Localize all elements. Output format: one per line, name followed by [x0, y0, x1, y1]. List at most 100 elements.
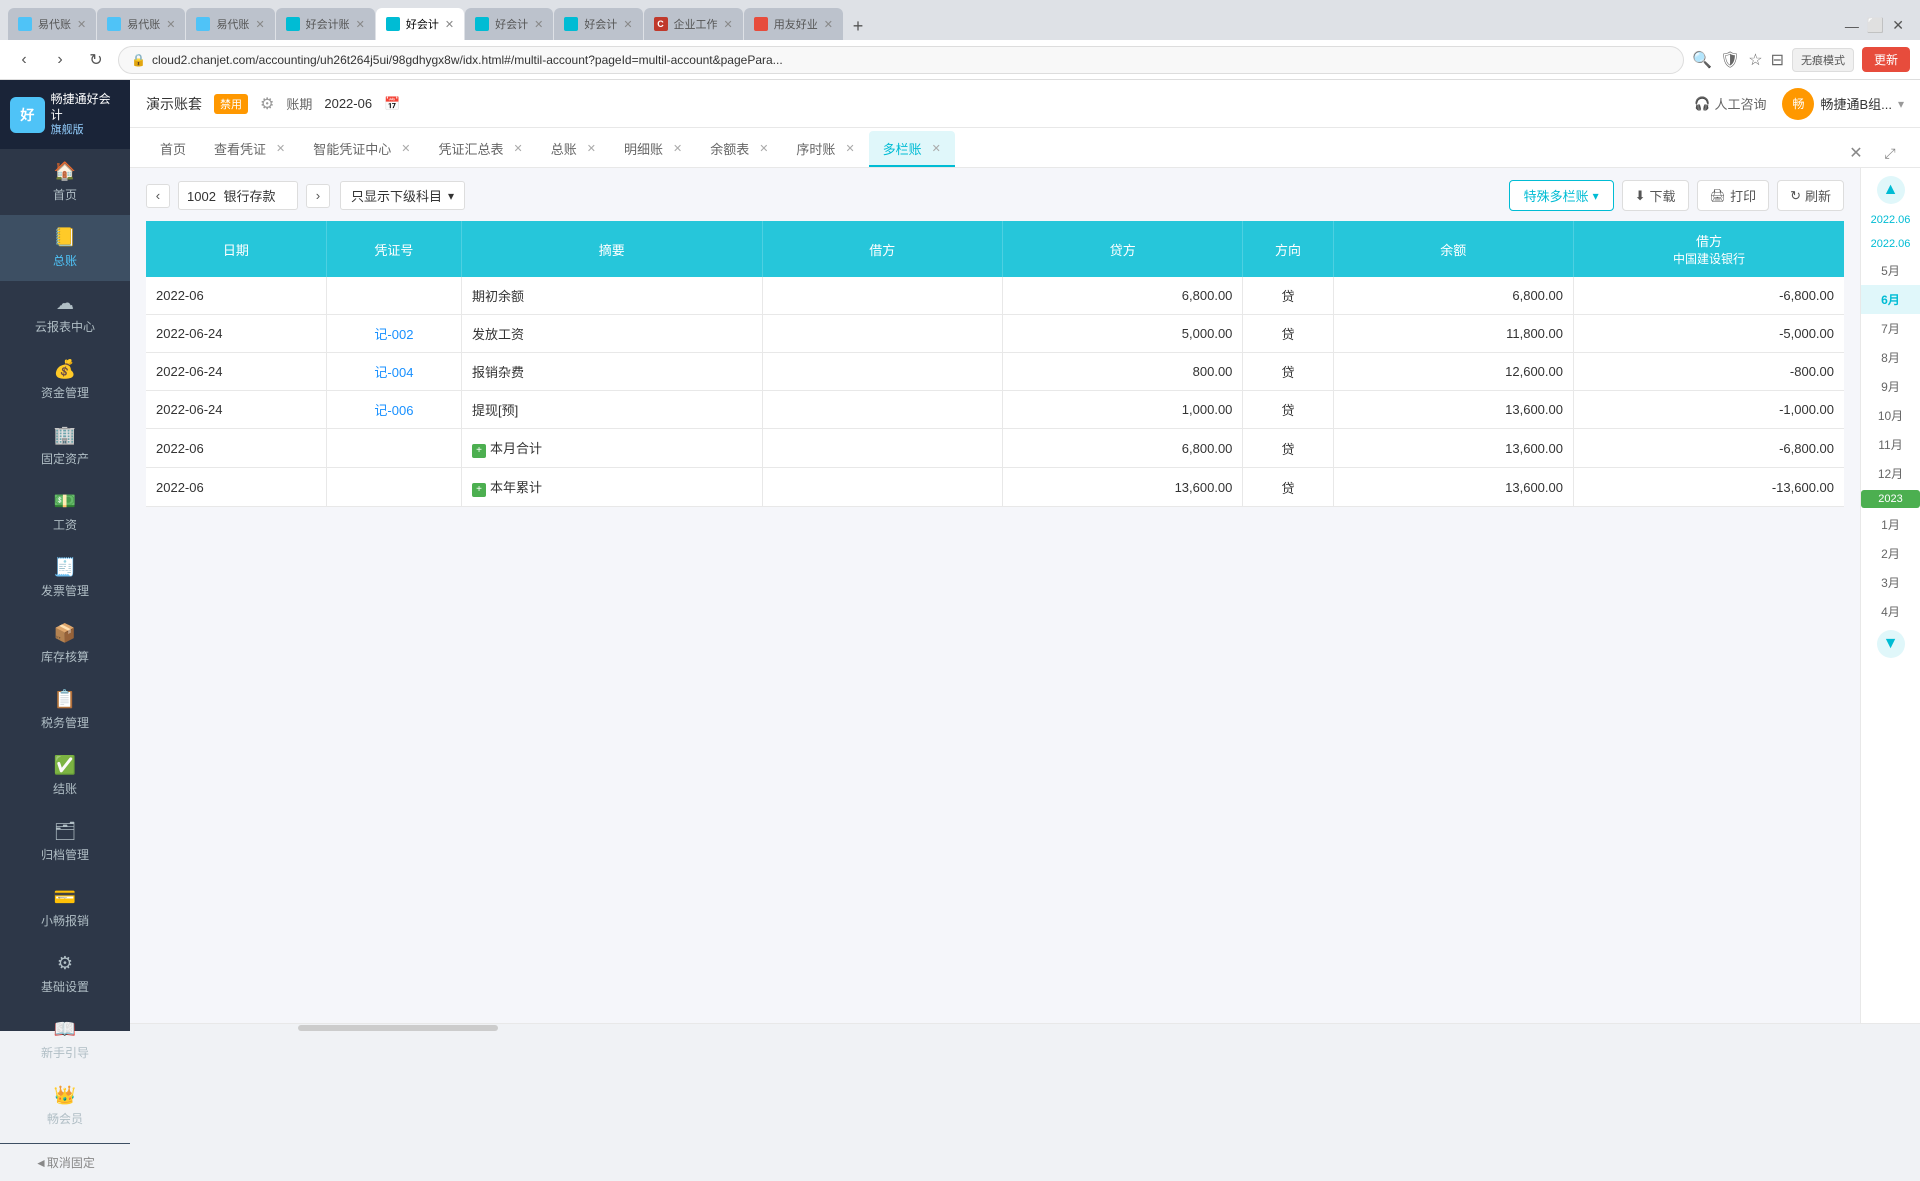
timeline-month-12[interactable]: 12月 — [1861, 459, 1920, 488]
calendar-icon[interactable]: 📅 — [384, 96, 400, 112]
tab-close-icon[interactable]: ✕ — [587, 142, 596, 155]
tab-close-icon[interactable]: ✕ — [845, 142, 854, 155]
address-bar[interactable]: 🔒 cloud2.chanjet.com/accounting/uh26t264… — [118, 46, 1684, 74]
tab-smart-voucher[interactable]: 智能凭证中心 ✕ — [299, 131, 424, 167]
filter-select[interactable]: 只显示下级科目 ▾ — [340, 181, 465, 210]
forward-button[interactable]: › — [46, 46, 74, 74]
sidebar-item-tax[interactable]: 📋 税务管理 — [0, 677, 130, 743]
tab-home[interactable]: 首页 — [146, 131, 200, 167]
timeline-date-2[interactable]: 2022.06 — [1861, 232, 1920, 256]
close-icon[interactable]: ✕ — [255, 18, 264, 31]
timeline-month-11[interactable]: 11月 — [1861, 430, 1920, 459]
tab-detail-ledger[interactable]: 明细账 ✕ — [610, 131, 696, 167]
sidebar-item-fixed-assets[interactable]: 🏢 固定资产 — [0, 413, 130, 479]
sidebar-item-guide[interactable]: 📖 新手引导 — [0, 1007, 130, 1073]
sidebar-item-general-ledger[interactable]: 📒 总账 — [0, 215, 130, 281]
tab-voucher-summary[interactable]: 凭证汇总表 ✕ — [424, 131, 536, 167]
voucher-link[interactable]: 记-004 — [374, 365, 413, 380]
timeline-month-5[interactable]: 5月 — [1861, 256, 1920, 285]
print-button[interactable]: 🖨 打印 — [1697, 180, 1770, 211]
new-tab-button[interactable]: + — [844, 12, 872, 40]
browser-tab-6[interactable]: 好会计 ✕ — [465, 8, 553, 40]
sidebar-item-member[interactable]: 👑 畅会员 — [0, 1073, 130, 1139]
browser-tab-1[interactable]: 易代账 ✕ — [8, 8, 96, 40]
sidebar-item-payroll[interactable]: 💵 工资 — [0, 479, 130, 545]
tab-sequence-ledger[interactable]: 序时账 ✕ — [782, 131, 868, 167]
scroll-area[interactable] — [130, 1023, 1920, 1031]
close-pane-icon[interactable]: ✕ — [1842, 139, 1870, 167]
download-button[interactable]: ⬇ 下载 — [1622, 180, 1689, 211]
scroll-thumb[interactable] — [298, 1025, 498, 1031]
settings-gear-icon[interactable]: ⚙ — [260, 94, 274, 114]
close-icon[interactable]: ✕ — [623, 18, 632, 31]
minimize-button[interactable]: — — [1845, 18, 1859, 34]
back-button[interactable]: ‹ — [10, 46, 38, 74]
sidebar-item-expense[interactable]: 💳 小畅报销 — [0, 875, 130, 941]
sidebar-item-inventory[interactable]: 📦 库存核算 — [0, 611, 130, 677]
close-window-button[interactable]: ✕ — [1892, 17, 1904, 34]
no-trace-button[interactable]: 无痕模式 — [1792, 48, 1854, 72]
expand-pane-icon[interactable]: ⤢ — [1876, 139, 1904, 167]
tab-close-icon[interactable]: ✕ — [932, 142, 941, 155]
tab-multi-column[interactable]: 多栏账 ✕ — [869, 131, 955, 167]
sidebar-item-fund[interactable]: 💰 资金管理 — [0, 347, 130, 413]
browser-tab-7[interactable]: 好会计 ✕ — [554, 8, 642, 40]
timeline-month-7[interactable]: 7月 — [1861, 314, 1920, 343]
close-icon[interactable]: ✕ — [534, 18, 543, 31]
feature-button[interactable]: 特殊多栏账 ▾ — [1509, 180, 1614, 211]
update-button[interactable]: 更新 — [1862, 47, 1910, 72]
tab-voucher-view[interactable]: 查看凭证 ✕ — [200, 131, 299, 167]
voucher-link[interactable]: 记-002 — [374, 327, 413, 342]
timeline-down-button[interactable]: ▼ — [1877, 630, 1905, 658]
browser-tab-4[interactable]: 好会计账 ✕ — [276, 8, 375, 40]
timeline-up-button[interactable]: ▲ — [1877, 176, 1905, 204]
sidebar-item-cloud-report[interactable]: ☁ 云报表中心 — [0, 281, 130, 347]
shield-icon[interactable]: 🛡 — [1720, 50, 1740, 70]
browser-tab-8[interactable]: C 企业工作 ✕ — [644, 8, 743, 40]
browser-tab-2[interactable]: 易代账 ✕ — [97, 8, 185, 40]
tab-general-ledger[interactable]: 总账 ✕ — [537, 131, 610, 167]
sidebar-item-settings[interactable]: ⚙ 基础设置 — [0, 941, 130, 1007]
timeline-month-8[interactable]: 8月 — [1861, 343, 1920, 372]
pin-button[interactable]: ◄取消固定 — [0, 1143, 130, 1181]
close-icon[interactable]: ✕ — [356, 18, 365, 31]
timeline-year-2023[interactable]: 2023 — [1861, 490, 1920, 508]
search-icon[interactable]: 🔍 — [1692, 50, 1712, 70]
sidebar-item-invoice[interactable]: 🧾 发票管理 — [0, 545, 130, 611]
reload-button[interactable]: ↻ — [82, 46, 110, 74]
sidebar-item-archive[interactable]: 🗂 归档管理 — [0, 809, 130, 875]
tab-close-icon[interactable]: ✕ — [673, 142, 682, 155]
close-icon[interactable]: ✕ — [166, 18, 175, 31]
sidebar-item-home[interactable]: 🏠 首页 — [0, 149, 130, 215]
close-icon[interactable]: ✕ — [445, 18, 454, 31]
browser-tab-3[interactable]: 易代账 ✕ — [186, 8, 274, 40]
consult-button[interactable]: 🎧 人工咨询 — [1694, 94, 1766, 113]
timeline-month-2-2023[interactable]: 2月 — [1861, 539, 1920, 568]
maximize-button[interactable]: ⬜ — [1867, 17, 1884, 34]
timeline-month-1-2023[interactable]: 1月 — [1861, 510, 1920, 539]
voucher-link[interactable]: 记-006 — [374, 403, 413, 418]
close-icon[interactable]: ✕ — [724, 18, 733, 31]
timeline-month-6[interactable]: 6月 — [1861, 285, 1920, 314]
browser-tab-5[interactable]: 好会计 ✕ — [376, 8, 464, 40]
prev-account-button[interactable]: ‹ — [146, 184, 170, 208]
tab-close-icon[interactable]: ✕ — [514, 142, 523, 155]
split-screen-icon[interactable]: ⊟ — [1771, 50, 1784, 70]
tab-close-icon[interactable]: ✕ — [276, 142, 285, 155]
timeline-month-4-2023[interactable]: 4月 — [1861, 597, 1920, 626]
next-account-button[interactable]: › — [306, 184, 330, 208]
sidebar-item-closing[interactable]: ✅ 结账 — [0, 743, 130, 809]
browser-tab-9[interactable]: 用友好业 ✕ — [744, 8, 843, 40]
timeline-month-10[interactable]: 10月 — [1861, 401, 1920, 430]
timeline-month-3-2023[interactable]: 3月 — [1861, 568, 1920, 597]
refresh-button[interactable]: ↻ 刷新 — [1777, 180, 1844, 211]
user-avatar-area[interactable]: 畅 畅捷通B组... ▾ — [1782, 88, 1904, 120]
star-icon[interactable]: ☆ — [1748, 50, 1762, 70]
timeline-date-1[interactable]: 2022.06 — [1861, 208, 1920, 232]
tab-close-icon[interactable]: ✕ — [759, 142, 768, 155]
tab-close-icon[interactable]: ✕ — [401, 142, 410, 155]
close-icon[interactable]: ✕ — [77, 18, 86, 31]
timeline-month-9[interactable]: 9月 — [1861, 372, 1920, 401]
tab-balance[interactable]: 余额表 ✕ — [696, 131, 782, 167]
close-icon[interactable]: ✕ — [824, 18, 833, 31]
